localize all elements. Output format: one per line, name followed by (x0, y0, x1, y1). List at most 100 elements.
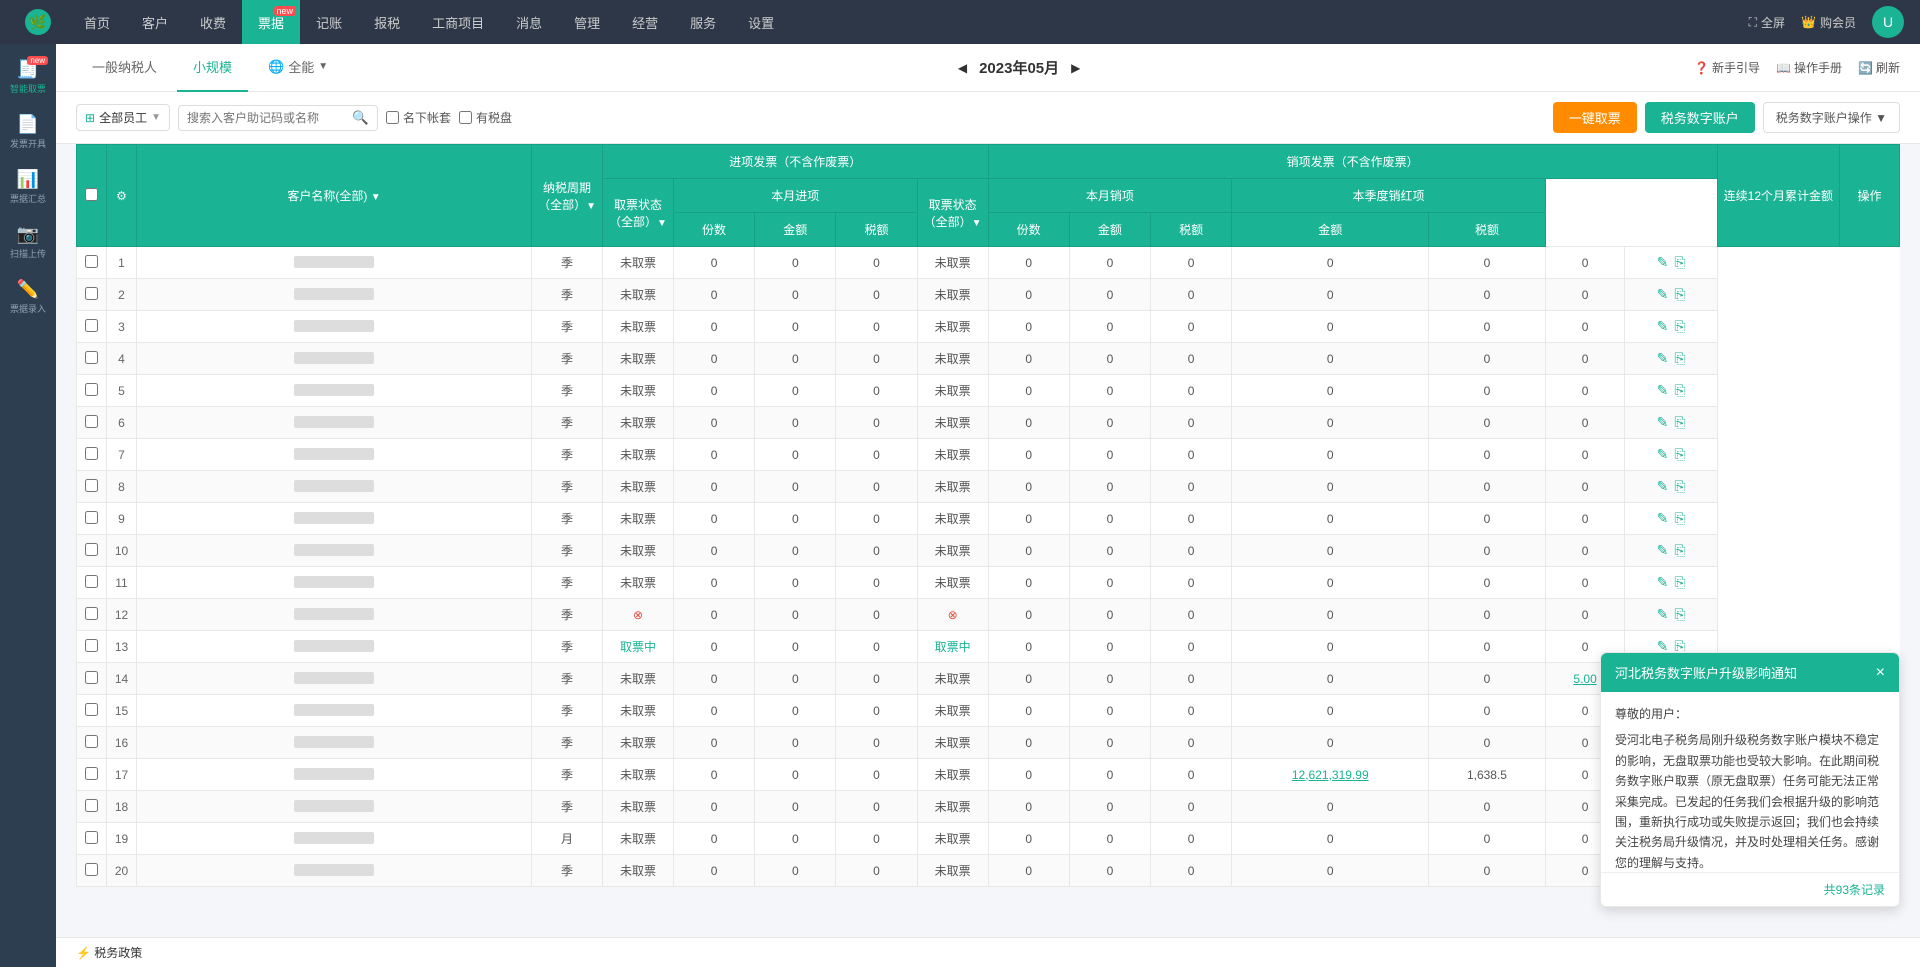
client-name (294, 864, 374, 876)
popup-footer: 共93条记录 (1601, 872, 1899, 906)
edit-icon[interactable]: ✎ (1657, 382, 1669, 399)
search-button[interactable]: 🔍 (352, 110, 369, 126)
search-input[interactable] (187, 111, 348, 125)
row-checkbox[interactable] (85, 319, 98, 332)
fullscreen-btn[interactable]: ⛶ 全屏 (1749, 14, 1785, 31)
row-checkbox[interactable] (85, 703, 98, 716)
has-tax-checkbox[interactable] (459, 111, 472, 124)
sidebar-item-smart-invoice[interactable]: 🧾 智能取票 new (4, 52, 52, 103)
user-avatar[interactable]: U (1872, 6, 1904, 38)
edit-icon[interactable]: ✎ (1657, 254, 1669, 271)
th-out-status[interactable]: 取票状态（全部）▼ (917, 179, 988, 247)
edit-icon[interactable]: ✎ (1657, 318, 1669, 335)
nav-invoice[interactable]: 票据 new (242, 0, 300, 44)
row-number: 2 (107, 279, 137, 311)
tax-policy-link[interactable]: ⚡ 税务政策 (76, 944, 142, 961)
th-setting[interactable]: ⚙ (107, 145, 137, 247)
nav-income[interactable]: 收费 (184, 0, 242, 44)
refresh-link[interactable]: 🔄 刷新 (1858, 59, 1900, 76)
sidebar-item-summary[interactable]: 📊 票据汇总 (4, 162, 52, 213)
nav-message[interactable]: 消息 (500, 0, 558, 44)
tax-digital-btn[interactable]: 税务数字账户 (1645, 102, 1755, 133)
employee-select[interactable]: ⊞ 全部员工 ▼ (76, 104, 170, 131)
copy-icon[interactable]: ⎘ (1674, 286, 1685, 303)
copy-icon[interactable]: ⎘ (1674, 510, 1685, 527)
th-tax-period[interactable]: 纳税周期（全部）▼ (532, 145, 603, 247)
nav-operation[interactable]: 经营 (616, 0, 674, 44)
row-checkbox[interactable] (85, 863, 98, 876)
edit-icon[interactable]: ✎ (1657, 574, 1669, 591)
row-checkbox[interactable] (85, 607, 98, 620)
copy-icon[interactable]: ⎘ (1674, 542, 1685, 559)
copy-icon[interactable]: ⎘ (1674, 478, 1685, 495)
copy-icon[interactable]: ⎘ (1674, 414, 1685, 431)
client-filter-icon[interactable]: ▼ (371, 192, 381, 203)
edit-icon[interactable]: ✎ (1657, 542, 1669, 559)
nav-home[interactable]: 首页 (68, 0, 126, 44)
row-checkbox[interactable] (85, 671, 98, 684)
status-normal: 未取票 (935, 352, 971, 366)
tab-all[interactable]: 🌐 全能 ▼ (252, 44, 344, 92)
row-checkbox-cell (77, 247, 107, 279)
tab-small[interactable]: 小规模 (177, 44, 248, 92)
period-filter-icon[interactable]: ▼ (586, 201, 596, 212)
row-checkbox[interactable] (85, 511, 98, 524)
th-client-name[interactable]: 客户名称(全部) ▼ (137, 145, 532, 247)
nav-business[interactable]: 工商项目 (416, 0, 500, 44)
copy-icon[interactable]: ⎘ (1674, 382, 1685, 399)
tax-digital-op-btn[interactable]: 税务数字账户操作 ▼ (1763, 102, 1900, 133)
row-checkbox[interactable] (85, 447, 98, 460)
edit-icon[interactable]: ✎ (1657, 414, 1669, 431)
row-checkbox[interactable] (85, 575, 98, 588)
manual-link[interactable]: 📖 操作手册 (1776, 59, 1842, 76)
row-checkbox[interactable] (85, 543, 98, 556)
tab-general[interactable]: 一般纳税人 (76, 44, 173, 92)
row-checkbox[interactable] (85, 767, 98, 780)
nav-bookkeeping[interactable]: 记账 (300, 0, 358, 44)
one-key-invoice-btn[interactable]: 一键取票 (1553, 102, 1637, 133)
edit-icon[interactable]: ✎ (1657, 286, 1669, 303)
cumulative-amount-link[interactable]: 5.00 (1573, 672, 1596, 686)
nav-manage[interactable]: 管理 (558, 0, 616, 44)
row-checkbox[interactable] (85, 255, 98, 268)
row-checkbox[interactable] (85, 735, 98, 748)
popup-close-btn[interactable]: × (1876, 664, 1885, 682)
refund-amount-link[interactable]: 12,621,319.99 (1292, 768, 1369, 782)
nav-settings[interactable]: 设置 (732, 0, 790, 44)
sub-ledger-checkbox[interactable] (386, 111, 399, 124)
next-month-btn[interactable]: ▶ (1071, 61, 1080, 75)
copy-icon[interactable]: ⎘ (1674, 606, 1685, 623)
select-all-checkbox[interactable] (85, 188, 98, 201)
edit-icon[interactable]: ✎ (1657, 350, 1669, 367)
nav-tax[interactable]: 报税 (358, 0, 416, 44)
row-checkbox[interactable] (85, 831, 98, 844)
nav-client[interactable]: 客户 (126, 0, 184, 44)
sidebar-item-open-invoice[interactable]: 📄 发票开具 (4, 107, 52, 158)
th-in-status[interactable]: 取票状态（全部）▼ (603, 179, 674, 247)
new-guide-link[interactable]: ❓ 新手引导 (1694, 59, 1760, 76)
row-checkbox[interactable] (85, 287, 98, 300)
sidebar-item-scan[interactable]: 📷 扫描上传 (4, 217, 52, 268)
copy-icon[interactable]: ⎘ (1674, 574, 1685, 591)
edit-icon[interactable]: ✎ (1657, 510, 1669, 527)
row-checkbox[interactable] (85, 799, 98, 812)
prev-month-btn[interactable]: ◀ (958, 61, 967, 75)
sidebar-item-entry[interactable]: ✏️ 票据录入 (4, 272, 52, 323)
row-checkbox[interactable] (85, 479, 98, 492)
edit-icon[interactable]: ✎ (1657, 446, 1669, 463)
copy-icon[interactable]: ⎘ (1674, 318, 1685, 335)
row-checkbox[interactable] (85, 383, 98, 396)
edit-icon[interactable]: ✎ (1657, 606, 1669, 623)
row-checkbox[interactable] (85, 351, 98, 364)
row-checkbox[interactable] (85, 639, 98, 652)
row-number: 18 (107, 791, 137, 823)
copy-icon[interactable]: ⎘ (1674, 446, 1685, 463)
client-name-cell (137, 663, 532, 695)
th-out-tax: 税额 (1151, 213, 1232, 247)
copy-icon[interactable]: ⎘ (1674, 254, 1685, 271)
nav-service[interactable]: 服务 (674, 0, 732, 44)
vip-btn[interactable]: 👑 购会员 (1801, 14, 1856, 31)
edit-icon[interactable]: ✎ (1657, 478, 1669, 495)
row-checkbox[interactable] (85, 415, 98, 428)
copy-icon[interactable]: ⎘ (1674, 350, 1685, 367)
